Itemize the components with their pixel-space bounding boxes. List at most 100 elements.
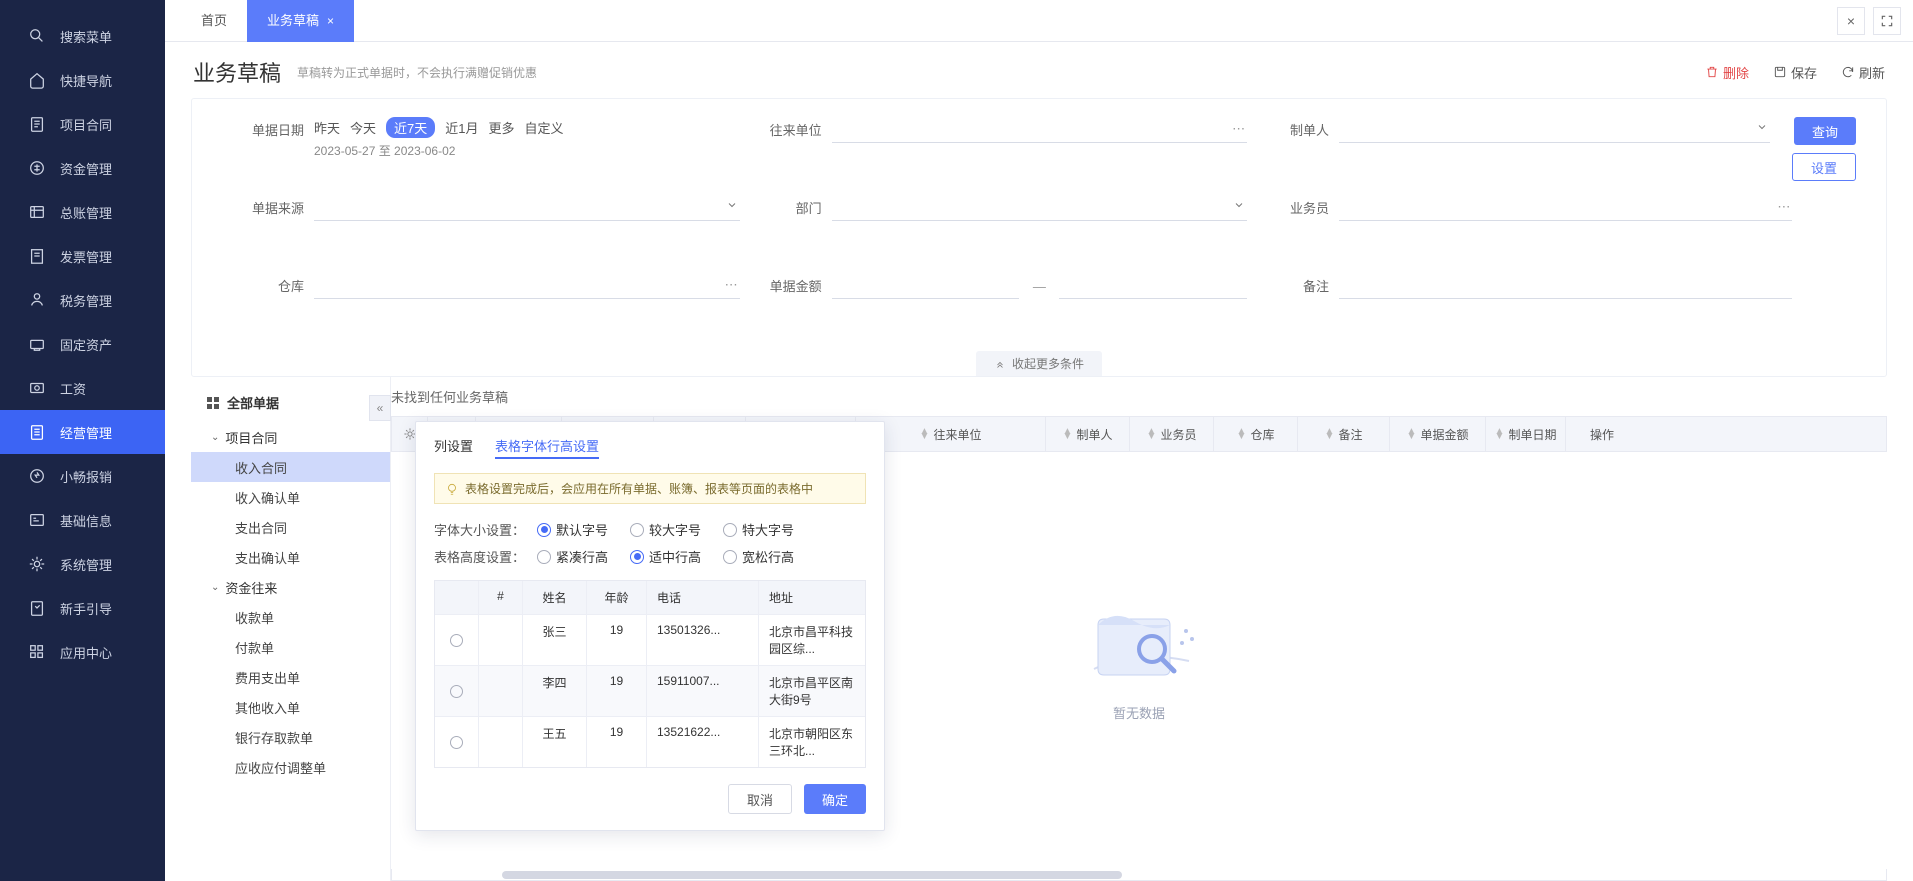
horizontal-scrollbar[interactable] — [391, 869, 1887, 881]
tree-group-fund[interactable]: ⌄资金往来 — [191, 572, 390, 602]
tab-close-all-button[interactable]: × — [1837, 7, 1865, 35]
reimburse-icon — [28, 467, 46, 485]
tree-leaf[interactable]: 付款单 — [191, 632, 390, 662]
sidebar-item[interactable]: 系统管理 — [0, 542, 165, 586]
collapse-filters-button[interactable]: 收起更多条件 — [976, 351, 1102, 376]
tree-leaf[interactable]: 支出确认单 — [191, 542, 390, 572]
sales-input[interactable] — [1339, 195, 1792, 221]
sidebar-item-label: 应用中心 — [60, 643, 112, 662]
tab-home[interactable]: 首页 — [181, 0, 247, 42]
filter-amount-label: 单据金额 — [740, 273, 832, 295]
radio-font-default[interactable]: 默认字号 — [537, 520, 608, 539]
sample-row-radio[interactable] — [435, 716, 479, 767]
tree-leaf[interactable]: 其他收入单 — [191, 692, 390, 722]
save-button[interactable]: 保存 — [1773, 63, 1817, 82]
radio-font-large[interactable]: 较大字号 — [630, 520, 701, 539]
tree-leaf[interactable]: 应收应付调整单 — [191, 752, 390, 782]
document-tree-panel: 全部单据 « ⌄项目合同 收入合同收入确认单支出合同支出确认单 ⌄资金往来 收款… — [191, 377, 391, 881]
sidebar-item[interactable]: 项目合同 — [0, 102, 165, 146]
chevron-down-icon[interactable] — [1233, 199, 1245, 214]
sidebar-item[interactable]: 税务管理 — [0, 278, 165, 322]
sidebar-item[interactable]: 总账管理 — [0, 190, 165, 234]
tree-leaf[interactable]: 收入确认单 — [191, 482, 390, 512]
sample-row-radio[interactable] — [435, 614, 479, 665]
modal-tab-font[interactable]: 表格字体行高设置 — [495, 436, 599, 459]
result-area: 未找到任何业务草稿 ▲▼单据日期▲▼来源应用▲▼业务类型▲▼单据编号▲▼往来单位… — [391, 377, 1887, 881]
sidebar-item[interactable]: 经营管理 — [0, 410, 165, 454]
sidebar-item[interactable]: 小畅报销 — [0, 454, 165, 498]
sample-phone: 13521622... — [647, 716, 759, 767]
radio-font-xlarge[interactable]: 特大字号 — [723, 520, 794, 539]
filter-panel: 单据日期 昨天 今天 近7天 近1月 更多 自定义 2023-05-27 至 2… — [191, 98, 1887, 377]
scrollbar-thumb[interactable] — [502, 871, 1122, 879]
sample-col-name: 姓名 — [523, 581, 587, 614]
refresh-button[interactable]: 刷新 — [1841, 63, 1885, 82]
settings-button[interactable]: 设置 — [1792, 153, 1856, 181]
tree-leaf[interactable]: 银行存取款单 — [191, 722, 390, 752]
maker-input[interactable] — [1339, 117, 1770, 143]
tree-leaf[interactable]: 支出合同 — [191, 512, 390, 542]
sort-icon: ▲▼ — [1237, 429, 1247, 439]
amount-to-input[interactable] — [1059, 273, 1247, 299]
system-icon — [28, 555, 46, 573]
date-opt-custom[interactable]: 自定义 — [525, 118, 564, 137]
source-input[interactable] — [314, 195, 740, 221]
warehouse-input[interactable] — [314, 273, 740, 299]
guide-icon — [28, 599, 46, 617]
radio-height-medium[interactable]: 适中行高 — [630, 547, 701, 566]
date-opt-more[interactable]: 更多 — [489, 118, 515, 137]
grid-col-header[interactable]: ▲▼制单人 — [1046, 417, 1130, 451]
amount-from-input[interactable] — [832, 273, 1020, 299]
remark-input[interactable] — [1339, 273, 1792, 299]
tree-leaf[interactable]: 费用支出单 — [191, 662, 390, 692]
grid-col-header[interactable]: 操作 — [1566, 417, 1638, 451]
chevron-down-icon[interactable] — [726, 199, 738, 214]
sidebar-item[interactable]: 发票管理 — [0, 234, 165, 278]
radio-height-compact[interactable]: 紧凑行高 — [537, 547, 608, 566]
grid-col-header[interactable]: ▲▼备注 — [1298, 417, 1390, 451]
tree-leaf[interactable]: 收款单 — [191, 602, 390, 632]
sidebar-item[interactable]: 新手引导 — [0, 586, 165, 630]
grid-col-header[interactable]: ▲▼仓库 — [1214, 417, 1298, 451]
sidebar-item[interactable]: 应用中心 — [0, 630, 165, 674]
close-icon[interactable]: × — [327, 0, 334, 42]
ok-button[interactable]: 确定 — [804, 784, 866, 814]
more-icon[interactable]: ⋯ — [1777, 199, 1790, 215]
tree-leaf[interactable]: 收入合同 — [191, 452, 390, 482]
sidebar-item[interactable]: 搜索菜单 — [0, 14, 165, 58]
filter-dept-label: 部门 — [740, 195, 832, 217]
sample-row: 张三1913501326...北京市昌平科技园区综... — [435, 614, 865, 665]
delete-button[interactable]: 删除 — [1705, 63, 1749, 82]
tree-group-project[interactable]: ⌄项目合同 — [191, 422, 390, 452]
tree-header[interactable]: 全部单据 — [191, 383, 390, 422]
grid-col-header[interactable]: ▲▼业务员 — [1130, 417, 1214, 451]
sidebar-item[interactable]: 工资 — [0, 366, 165, 410]
sample-phone: 15911007... — [647, 665, 759, 716]
sidebar-item[interactable]: 固定资产 — [0, 322, 165, 366]
sample-row-radio[interactable] — [435, 665, 479, 716]
sidebar-item[interactable]: 基础信息 — [0, 498, 165, 542]
date-opt-today[interactable]: 今天 — [350, 118, 376, 137]
date-opt-yesterday[interactable]: 昨天 — [314, 118, 340, 137]
more-icon[interactable]: ⋯ — [725, 277, 738, 293]
chevron-down-icon[interactable] — [1756, 121, 1768, 136]
sidebar-item[interactable]: 快捷导航 — [0, 58, 165, 102]
cancel-button[interactable]: 取消 — [728, 784, 792, 814]
tab-draft[interactable]: 业务草稿 × — [247, 0, 354, 42]
grid-col-header[interactable]: ▲▼单据金额 — [1390, 417, 1486, 451]
more-icon[interactable]: ⋯ — [1232, 121, 1245, 137]
party-input[interactable] — [832, 117, 1247, 143]
sidebar-item[interactable]: 资金管理 — [0, 146, 165, 190]
query-button[interactable]: 查询 — [1794, 117, 1856, 145]
fullscreen-button[interactable] — [1873, 7, 1901, 35]
modal-tab-columns[interactable]: 列设置 — [434, 436, 473, 459]
radio-height-loose[interactable]: 宽松行高 — [723, 547, 794, 566]
tree-collapse-handle[interactable]: « — [369, 395, 391, 421]
dept-input[interactable] — [832, 195, 1247, 221]
sample-name: 王五 — [523, 716, 587, 767]
grid-col-header[interactable]: ▲▼制单日期 — [1486, 417, 1566, 451]
date-opt-1m[interactable]: 近1月 — [445, 118, 478, 137]
tree-header-label: 全部单据 — [227, 393, 279, 412]
table-settings-modal: 列设置 表格字体行高设置 表格设置完成后，会应用在所有单据、账簿、报表等页面的表… — [415, 421, 885, 831]
date-opt-7d[interactable]: 近7天 — [386, 117, 435, 138]
